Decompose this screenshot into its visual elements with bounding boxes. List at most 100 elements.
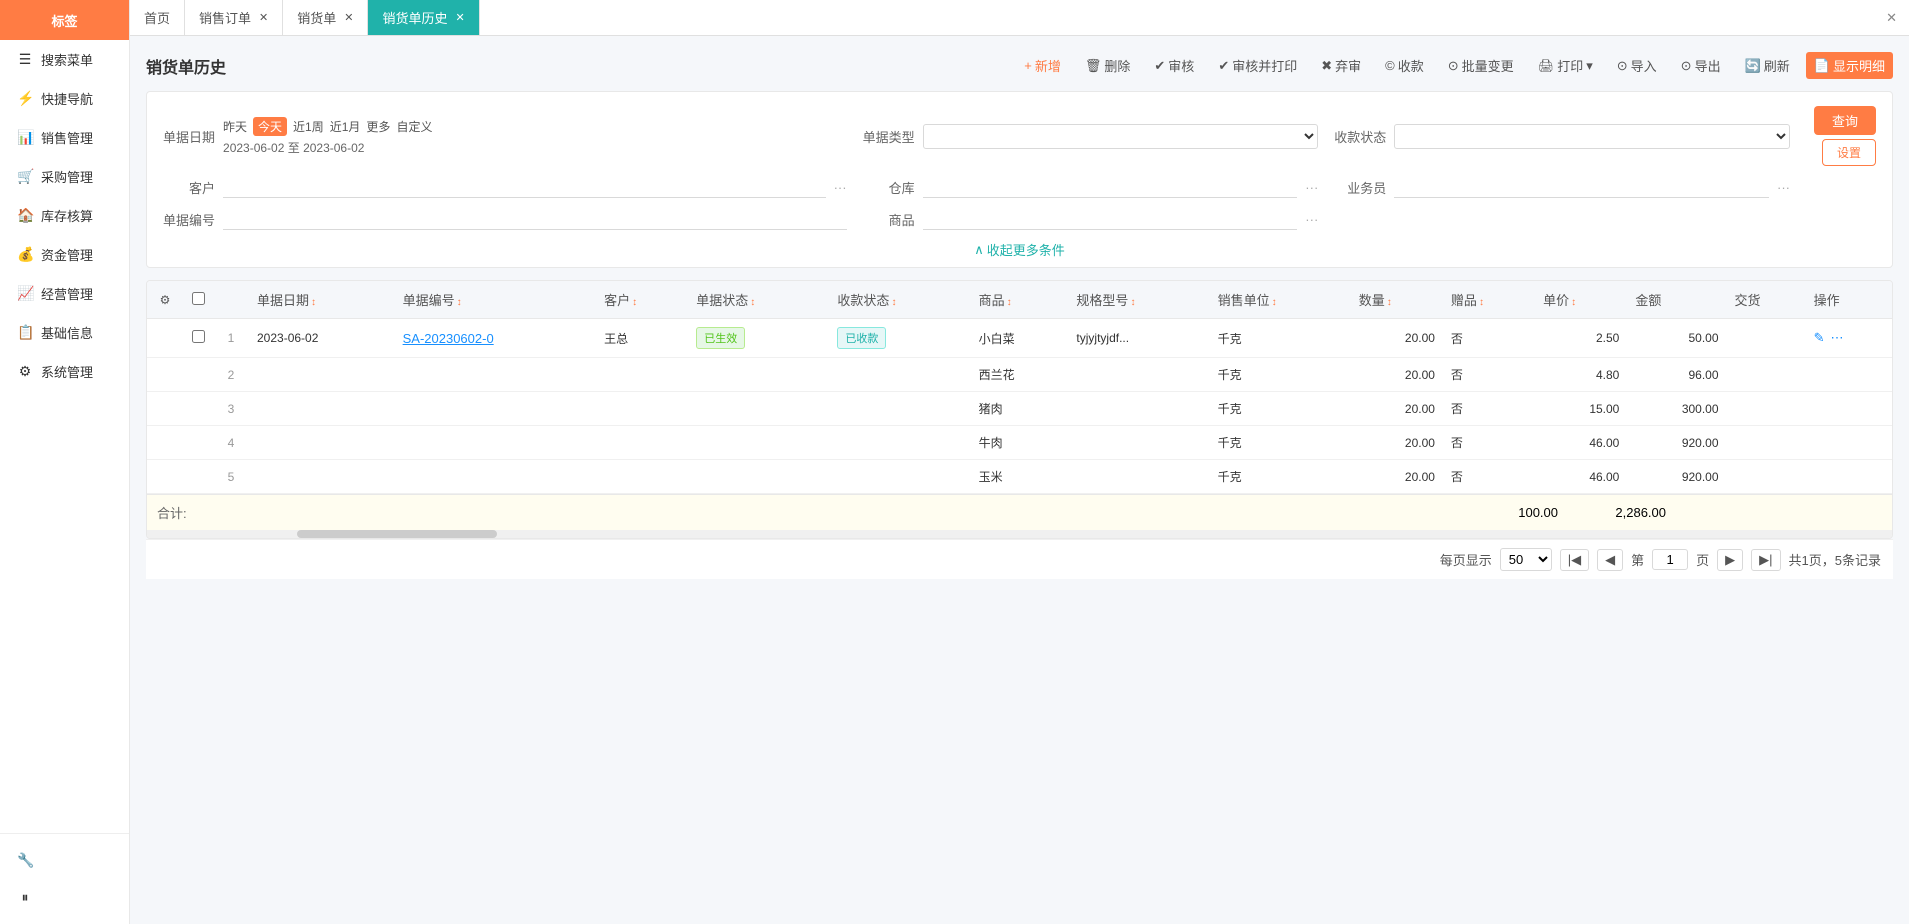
filter-group-goods: 商品 ··· — [863, 208, 1319, 230]
th-qty[interactable]: 数量↕ — [1351, 281, 1443, 319]
scrollbar-thumb[interactable] — [297, 530, 497, 538]
footer-total-qty: 100.00 — [1458, 505, 1578, 520]
date-shortcut-today[interactable]: 今天 — [253, 117, 287, 136]
row-num: 4 — [213, 426, 249, 460]
collect-button[interactable]: © 收款 — [1377, 52, 1432, 79]
th-date[interactable]: 单据日期↕ — [249, 281, 395, 319]
page-next-btn[interactable]: ▶ — [1717, 549, 1743, 571]
page-first-btn[interactable]: |◀ — [1560, 549, 1589, 571]
warehouse-dots[interactable]: ··· — [1305, 180, 1318, 195]
sidebar-bottom-settings[interactable]: 🔧 — [0, 842, 129, 879]
show-detail-button[interactable]: 📄 显示明细 — [1806, 52, 1893, 79]
sidebar-item-purchase-mgmt[interactable]: 🛒 采购管理 — [0, 157, 129, 196]
more-icon[interactable]: ⋯ — [1830, 330, 1843, 346]
row-qty: 20.00 — [1351, 358, 1443, 392]
tab-close-sales-history[interactable]: ✕ — [456, 11, 465, 24]
page-last-btn[interactable]: ▶| — [1751, 549, 1780, 571]
import-button[interactable]: ⊙ 导入 — [1609, 52, 1665, 79]
sidebar-item-sales-mgmt[interactable]: 📊 销售管理 — [0, 118, 129, 157]
goods-dots[interactable]: ··· — [1305, 212, 1318, 227]
customer-input[interactable] — [223, 176, 826, 198]
per-page-select[interactable]: 50 100 — [1500, 548, 1552, 571]
page-label: 第 — [1631, 550, 1644, 569]
query-button[interactable]: 查询 — [1814, 106, 1876, 135]
payment-status-select[interactable] — [1394, 124, 1790, 149]
th-gift[interactable]: 赠品↕ — [1443, 281, 1535, 319]
th-doc-no[interactable]: 单据编号↕ — [395, 281, 596, 319]
select-all-checkbox[interactable] — [192, 292, 205, 305]
sidebar-item-basic-info[interactable]: 📋 基础信息 — [0, 313, 129, 352]
delete-button[interactable]: 🗑 删除 — [1077, 52, 1139, 79]
row-checkbox[interactable] — [192, 330, 205, 343]
th-spec[interactable]: 规格型号↕ — [1068, 281, 1209, 319]
date-shortcut-yesterday[interactable]: 昨天 — [223, 118, 247, 135]
sidebar-item-ops-mgmt[interactable]: 📈 经营管理 — [0, 274, 129, 313]
page-input[interactable] — [1652, 549, 1688, 570]
row-qty: 20.00 — [1351, 392, 1443, 426]
table-scrollbar[interactable] — [147, 530, 1892, 538]
date-shortcut-more[interactable]: 更多 — [366, 118, 390, 135]
doc-no-input[interactable] — [223, 208, 847, 230]
doc-type-select[interactable] — [923, 124, 1319, 149]
row-check — [183, 319, 213, 358]
customer-dots[interactable]: ··· — [834, 180, 847, 195]
salesperson-input[interactable] — [1394, 176, 1769, 198]
row-check — [183, 426, 213, 460]
row-doc-no — [395, 460, 596, 494]
filter-row-1: 单据日期 昨天 今天 近1周 近1月 更多 自定义 2023-06-02 至 2… — [163, 106, 1876, 166]
th-goods[interactable]: 商品↕ — [971, 281, 1069, 319]
collapse-button[interactable]: ∧ 收起更多条件 — [163, 240, 1876, 259]
th-customer[interactable]: 客户↕ — [596, 281, 688, 319]
tab-close-sales-order[interactable]: ✕ — [259, 11, 268, 24]
date-shortcut-custom[interactable]: 自定义 — [396, 118, 432, 135]
row-payment-status — [829, 460, 970, 494]
tab-sales-goods[interactable]: 销货单 ✕ — [283, 0, 368, 35]
doc-no-link[interactable]: SA-20230602-0 — [403, 331, 494, 346]
salesperson-dots[interactable]: ··· — [1777, 180, 1790, 195]
goods-input[interactable] — [923, 208, 1298, 230]
tab-home[interactable]: 首页 — [130, 0, 185, 35]
th-transaction: 交货 — [1727, 281, 1806, 319]
row-gear — [147, 358, 183, 392]
warehouse-input[interactable] — [923, 176, 1298, 198]
customer-label: 客户 — [163, 178, 215, 197]
tab-sales-order[interactable]: 销售订单 ✕ — [185, 0, 283, 35]
audit-button[interactable]: ✔ 审核 — [1146, 52, 1202, 79]
sidebar-item-search-menu[interactable]: ☰ 搜索菜单 — [0, 40, 129, 79]
page-prev-btn[interactable]: ◀ — [1597, 549, 1623, 571]
th-unit[interactable]: 销售单位↕ — [1210, 281, 1351, 319]
batch-change-button[interactable]: ⊙ 批量变更 — [1440, 52, 1522, 79]
audit-print-button[interactable]: ✔ 审核并打印 — [1210, 52, 1305, 79]
page-header: 销货单历史 + 新增 🗑 删除 ✔ 审核 ✔ 审核并打印 — [146, 52, 1893, 79]
date-shortcut-last1m[interactable]: 近1月 — [330, 118, 361, 135]
tab-bar-close-btn[interactable]: ✕ — [1874, 10, 1909, 26]
row-customer: 王总 — [596, 319, 688, 358]
row-goods: 玉米 — [971, 460, 1069, 494]
sidebar-item-quick-nav[interactable]: ⚡ 快捷导航 — [0, 79, 129, 118]
settings-button[interactable]: 设置 — [1822, 139, 1876, 166]
table-container: ⚙ 单据日期↕ 单据编号↕ 客户↕ 单据状态↕ 收款状态↕ 商品↕ 规格型号↕ … — [146, 280, 1893, 539]
print-icon: 🖨 — [1538, 58, 1555, 74]
tab-sales-history[interactable]: 销货单历史 ✕ — [368, 0, 479, 35]
page-title: 销货单历史 — [146, 54, 226, 78]
print-button[interactable]: 🖨 打印 ▾ — [1530, 52, 1601, 79]
row-gift: 否 — [1443, 460, 1535, 494]
sidebar-bottom-pause[interactable]: ⏸ — [0, 879, 129, 916]
sidebar-item-inventory[interactable]: 🏠 库存核算 — [0, 196, 129, 235]
th-payment-status[interactable]: 收款状态↕ — [829, 281, 970, 319]
th-gear[interactable]: ⚙ — [147, 281, 183, 319]
sidebar-item-finance-mgmt[interactable]: 💰 资金管理 — [0, 235, 129, 274]
sidebar-item-sys-mgmt[interactable]: ⚙ 系统管理 — [0, 352, 129, 391]
new-button[interactable]: + 新增 — [1016, 52, 1069, 79]
export-button[interactable]: ⊙ 导出 — [1673, 52, 1729, 79]
refresh-button[interactable]: 🔄 刷新 — [1737, 52, 1798, 79]
date-shortcut-last7[interactable]: 近1周 — [293, 118, 324, 135]
ops-mgmt-icon: 📈 — [17, 285, 33, 302]
th-unit-price[interactable]: 单价↕ — [1535, 281, 1627, 319]
row-unit-price: 2.50 — [1535, 319, 1627, 358]
abandon-button[interactable]: ✖ 弃审 — [1313, 52, 1369, 79]
row-gear — [147, 460, 183, 494]
edit-icon[interactable]: ✎ — [1814, 330, 1825, 346]
th-doc-status[interactable]: 单据状态↕ — [688, 281, 829, 319]
tab-close-sales-goods[interactable]: ✕ — [344, 11, 353, 24]
